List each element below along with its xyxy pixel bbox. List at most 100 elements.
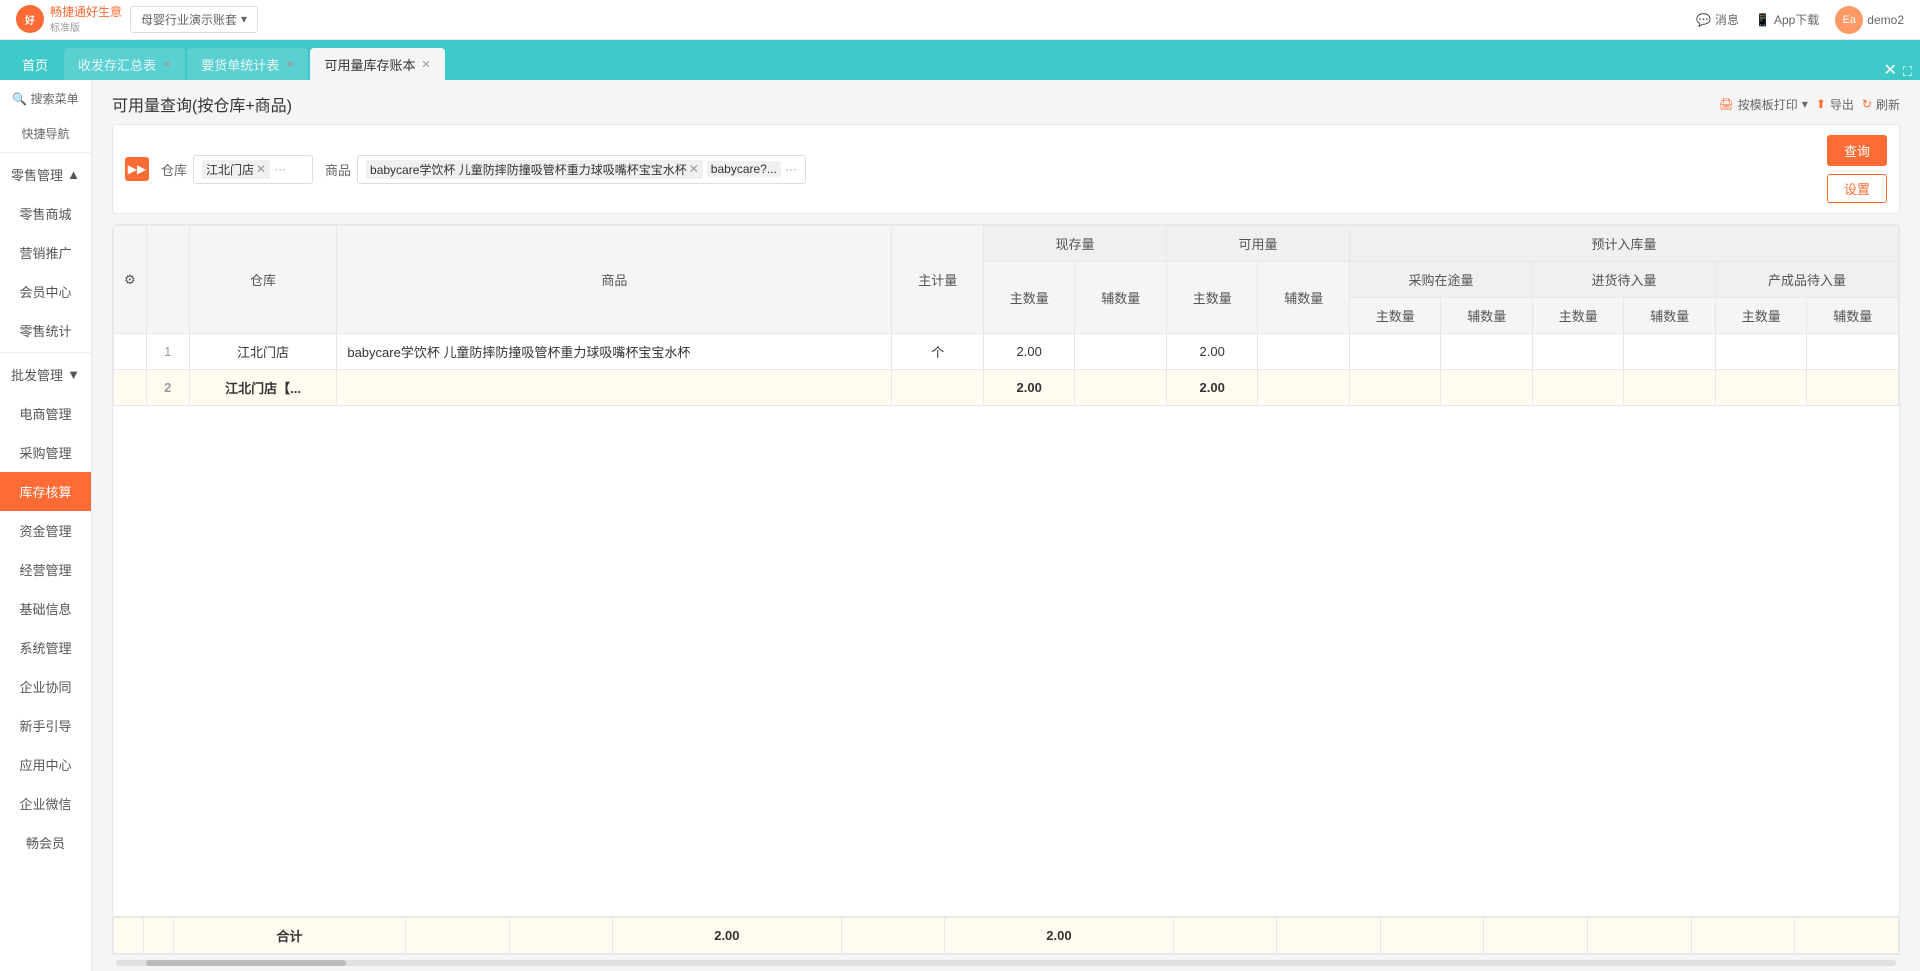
- sidebar-item-retail-mall[interactable]: 零售商城: [0, 194, 91, 233]
- horizontal-scrollbar[interactable]: [112, 955, 1900, 971]
- sidebar-item-marketing[interactable]: 营销推广: [0, 233, 91, 272]
- table-footer: 合计 2.00 2.00: [112, 917, 1900, 955]
- footer-table: 合计 2.00 2.00: [113, 917, 1899, 954]
- product-input[interactable]: babycare学饮杯 儿童防摔防撞吸管杯重力球吸嘴杯宝宝水杯 ✕ babyca…: [357, 155, 806, 184]
- warehouse-input[interactable]: 江北门店 ✕ ···: [193, 155, 313, 184]
- table-row: 2 江北门店【... 2.00 2.00: [114, 370, 1899, 406]
- industry-selector[interactable]: 母婴行业演示账套 ▾: [130, 6, 258, 33]
- logo-text-area: 畅捷通好生意 标准版: [50, 5, 122, 34]
- row-product-aux: [1807, 334, 1899, 370]
- col-purchase-transit-group: 采购在途量: [1349, 262, 1532, 298]
- row-incoming-main: [1532, 334, 1624, 370]
- footer-unit-col: [509, 918, 613, 954]
- table-container: ⚙ 仓库 商品 主计量 现存量 可用量 预计入库量 主数量 辅数量 主数量 辅数…: [112, 224, 1900, 917]
- sidebar-item-system-mgmt[interactable]: 系统管理: [0, 628, 91, 667]
- row-product-main: [1715, 370, 1807, 406]
- row-available-aux: [1258, 370, 1350, 406]
- filter-expand-btn[interactable]: ▶▶: [125, 157, 149, 181]
- query-button[interactable]: 查询: [1827, 135, 1887, 166]
- page-title: 可用量查询(按仓库+商品): [112, 92, 292, 116]
- print-btn[interactable]: 🖨 按模板打印 ▾: [1719, 96, 1808, 113]
- tab-close-order-stats[interactable]: ✕: [285, 58, 294, 71]
- warehouse-tag-remove[interactable]: ✕: [256, 162, 266, 176]
- col-forecast-group: 预计入库量: [1349, 226, 1898, 262]
- chevron-icon: ▲: [67, 167, 80, 182]
- sidebar-item-inventory[interactable]: 库存核算: [0, 472, 91, 511]
- tab-available-stock[interactable]: 可用量库存账本 ✕: [310, 48, 444, 80]
- col-available-main: 主数量: [1166, 262, 1258, 334]
- row-product-main: [1715, 334, 1807, 370]
- sidebar-item-operations[interactable]: 经营管理: [0, 550, 91, 589]
- sidebar-item-enterprise[interactable]: 企业协同: [0, 667, 91, 706]
- logo-icon: 好: [16, 5, 44, 33]
- tab-order-stats[interactable]: 要货单统计表 ✕: [187, 48, 308, 80]
- tab-home[interactable]: 首页: [8, 48, 62, 80]
- row-warehouse: 江北门店【...: [189, 370, 337, 406]
- row-product: babycare学饮杯 儿童防摔防撞吸管杯重力球吸嘴杯宝宝水杯: [337, 334, 892, 370]
- warehouse-more-btn[interactable]: ···: [274, 162, 286, 176]
- footer-p1: [1277, 918, 1381, 954]
- sidebar-item-enterprise-wechat[interactable]: 企业微信: [0, 784, 91, 823]
- sidebar-item-retail-stats[interactable]: 零售统计: [0, 311, 91, 350]
- sidebar-item-ecommerce[interactable]: 电商管理: [0, 394, 91, 433]
- row-current-main: 2.00: [983, 334, 1075, 370]
- refresh-btn[interactable]: ↻ 刷新: [1862, 96, 1900, 113]
- logo-sub: 标准版: [50, 19, 122, 34]
- col-product-aux: 辅数量: [1807, 298, 1899, 334]
- filter-warehouse: 仓库 江北门店 ✕ ···: [161, 155, 313, 184]
- product-tag-1-remove[interactable]: ✕: [689, 162, 699, 176]
- logo-text: 畅捷通好生意: [50, 5, 122, 19]
- footer-p5: [1691, 918, 1795, 954]
- row-unit: [892, 370, 984, 406]
- col-available-group: 可用量: [1166, 226, 1349, 262]
- row-purchase-aux: [1441, 334, 1533, 370]
- footer-product-col: [405, 918, 509, 954]
- row-incoming-main: [1532, 370, 1624, 406]
- footer-p3: [1484, 918, 1588, 954]
- table-row: 1 江北门店 babycare学饮杯 儿童防摔防撞吸管杯重力球吸嘴杯宝宝水杯 个…: [114, 334, 1899, 370]
- sidebar-item-basic-info[interactable]: 基础信息: [0, 589, 91, 628]
- col-incoming-main: 主数量: [1532, 298, 1624, 334]
- main-layout: 🔍 搜索菜单 快捷导航 零售管理 ▲ 零售商城 营销推广 会员中心 零售统计 批…: [0, 80, 1920, 971]
- row-purchase-aux: [1441, 370, 1533, 406]
- sidebar-search[interactable]: 🔍 搜索菜单: [0, 80, 91, 117]
- product-tag-1: babycare学饮杯 儿童防摔防撞吸管杯重力球吸嘴杯宝宝水杯 ✕: [366, 160, 703, 179]
- tab-receipt[interactable]: 收发存汇总表 ✕: [64, 48, 185, 80]
- sidebar-item-vip-member[interactable]: 畅会员: [0, 823, 91, 862]
- app-download-btn[interactable]: 📱 App下载: [1755, 11, 1819, 28]
- filter-actions: 查询 设置: [1827, 135, 1887, 203]
- sidebar-item-newbie[interactable]: 新手引导: [0, 706, 91, 745]
- user-area[interactable]: Ea demo2: [1835, 6, 1904, 34]
- warehouse-tag: 江北门店 ✕: [202, 160, 270, 179]
- row-current-aux: [1075, 334, 1167, 370]
- col-settings: ⚙: [114, 226, 147, 334]
- maximize-btn[interactable]: ⛶: [1903, 64, 1912, 80]
- sidebar-divider-1: [0, 352, 91, 353]
- row-product: [337, 370, 892, 406]
- sidebar-quick-nav[interactable]: 快捷导航: [0, 117, 91, 150]
- search-icon: 🔍: [12, 92, 27, 106]
- footer-p6: [1795, 918, 1899, 954]
- sidebar-item-finance[interactable]: 资金管理: [0, 511, 91, 550]
- tab-close-receipt[interactable]: ✕: [162, 58, 171, 71]
- close-all-tabs-btn[interactable]: ✕: [1883, 60, 1896, 80]
- tab-close-available-stock[interactable]: ✕: [422, 58, 431, 71]
- row-current-aux: [1075, 370, 1167, 406]
- message-btn[interactable]: 💬 消息: [1696, 11, 1739, 28]
- sidebar-item-app-center[interactable]: 应用中心: [0, 745, 91, 784]
- export-btn[interactable]: ⬆ 导出: [1816, 96, 1854, 113]
- col-current-aux: 辅数量: [1075, 262, 1167, 334]
- chevron-down-icon-wholesale: ▼: [67, 367, 80, 382]
- header-actions: 🖨 按模板打印 ▾ ⬆ 导出 ↻ 刷新: [1719, 96, 1900, 113]
- setting-button[interactable]: 设置: [1827, 174, 1887, 203]
- sidebar-item-purchase-mgmt[interactable]: 采购管理: [0, 433, 91, 472]
- sidebar-item-member-center[interactable]: 会员中心: [0, 272, 91, 311]
- refresh-icon: ↻: [1862, 97, 1872, 111]
- scroll-thumb[interactable]: [146, 960, 346, 966]
- sidebar-item-retail-mgmt[interactable]: 零售管理 ▲: [0, 155, 91, 194]
- product-more-btn[interactable]: ···: [785, 162, 797, 176]
- logo-area: 好 畅捷通好生意 标准版: [16, 5, 122, 34]
- row-purchase-main: [1349, 334, 1441, 370]
- sidebar-item-wholesale-mgmt[interactable]: 批发管理 ▼: [0, 355, 91, 394]
- scroll-track: [116, 960, 1896, 966]
